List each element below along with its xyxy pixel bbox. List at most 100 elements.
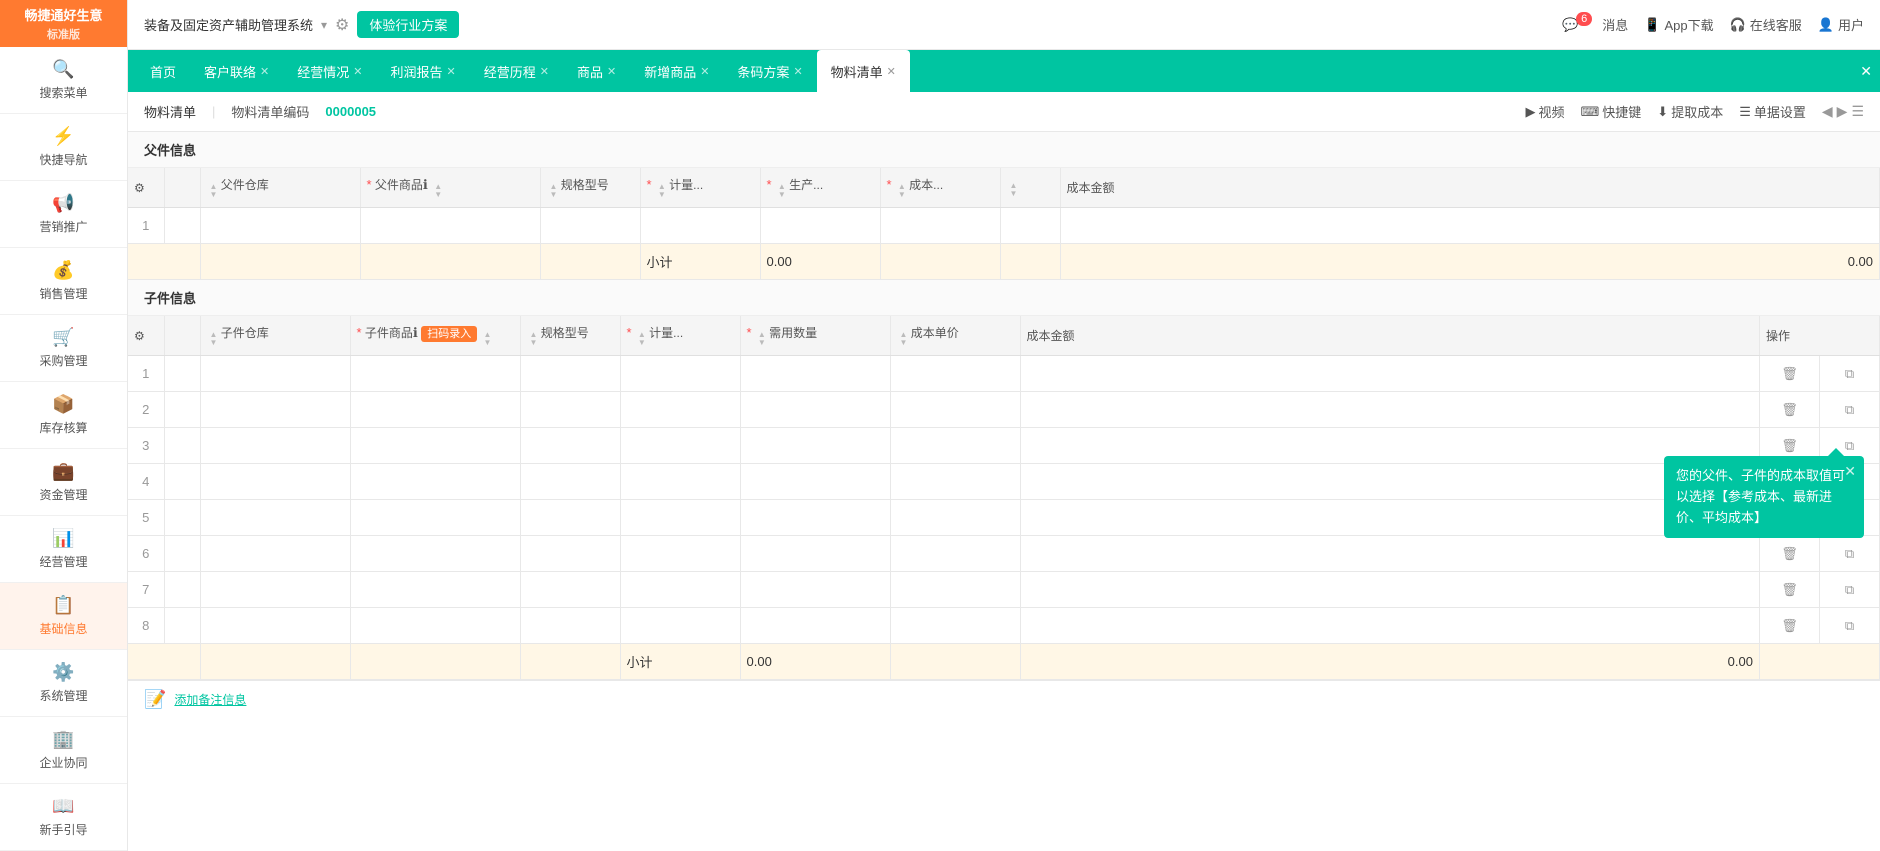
extract-cost-btn[interactable]: ⬇ 提取成本 [1657,102,1723,121]
online-service-item[interactable]: 🎧 在线客服 [1730,15,1802,34]
parent-cell-cost[interactable] [880,208,1000,244]
nav-tab-close-icon[interactable]: ✕ [260,65,269,78]
child-cell-warehouse-2[interactable] [200,392,350,428]
child-cell-unit-3[interactable] [620,428,740,464]
sidebar-item-marketing[interactable]: 📢营销推广 [0,181,127,248]
parent-cell-spec[interactable] [540,208,640,244]
sidebar-item-guide[interactable]: 📖新手引导 [0,784,127,851]
child-cell-warehouse-7[interactable] [200,572,350,608]
message-icon-item[interactable]: 💬 6 消息 [1562,15,1628,34]
child-cell-unit-5[interactable] [620,500,740,536]
child-cell-unit-cost-5[interactable] [890,500,1020,536]
child-action-copy-1[interactable]: ⧉ [1819,356,1879,392]
child-cell-spec-1[interactable] [520,356,620,392]
child-cell-unit-cost-2[interactable] [890,392,1020,428]
sidebar-item-system[interactable]: ⚙️系统管理 [0,650,127,717]
sidebar-item-finance[interactable]: 💼资金管理 [0,449,127,516]
child-action-delete-2[interactable]: 🗑 [1759,392,1819,428]
nav-tab-利润报告[interactable]: 利润报告 ✕ [376,50,469,92]
child-action-delete-1[interactable]: 🗑 [1759,356,1819,392]
nav-tab-close-icon[interactable]: ✕ [887,65,896,78]
child-cell-product-4[interactable] [350,464,520,500]
nav-tab-经营历程[interactable]: 经营历程 ✕ [470,50,563,92]
nav-tab-close-icon[interactable]: ✕ [447,65,456,78]
nav-tab-close-icon[interactable]: ✕ [353,65,362,78]
child-cell-spec-3[interactable] [520,428,620,464]
child-cell-qty-7[interactable] [740,572,890,608]
child-cell-spec-5[interactable] [520,500,620,536]
child-cell-unit-1[interactable] [620,356,740,392]
child-cell-unit-cost-1[interactable] [890,356,1020,392]
prev-arrow-icon[interactable]: ◀ [1822,103,1833,120]
child-cell-warehouse-3[interactable] [200,428,350,464]
next-arrow-icon[interactable]: ▶ [1837,103,1848,120]
dropdown-arrow-icon[interactable]: ▾ [321,18,327,32]
app-download-item[interactable]: 📱 App下载 [1644,15,1713,34]
trial-button[interactable]: 体验行业方案 [357,11,459,38]
sidebar-item-operation[interactable]: 📊经营管理 [0,516,127,583]
child-cell-spec-2[interactable] [520,392,620,428]
child-cell-unit-7[interactable] [620,572,740,608]
child-cell-product-3[interactable] [350,428,520,464]
nav-tab-close-icon[interactable]: ✕ [700,65,709,78]
child-cell-product-8[interactable] [350,608,520,644]
child-cell-warehouse-5[interactable] [200,500,350,536]
child-cell-product-6[interactable] [350,536,520,572]
gear-icon[interactable]: ⚙ [335,15,349,35]
child-cell-spec-7[interactable] [520,572,620,608]
sidebar-item-enterprise[interactable]: 🏢企业协同 [0,717,127,784]
parent-cell-product[interactable] [360,208,540,244]
nav-tab-新增商品[interactable]: 新增商品 ✕ [630,50,723,92]
nav-tab-首页[interactable]: 首页 [136,50,190,92]
child-action-delete-7[interactable]: 🗑 [1759,572,1819,608]
parent-cell-production[interactable] [760,208,880,244]
menu-icon[interactable]: ☰ [1851,103,1864,120]
child-cell-unit-cost-8[interactable] [890,608,1020,644]
child-cell-product-7[interactable] [350,572,520,608]
parent-cell-extra[interactable] [1000,208,1060,244]
child-cell-unit-2[interactable] [620,392,740,428]
child-cell-unit-cost-6[interactable] [890,536,1020,572]
child-action-copy-8[interactable]: ⧉ [1819,608,1879,644]
child-cell-product-2[interactable] [350,392,520,428]
sidebar-item-search[interactable]: 🔍搜索菜单 [0,47,127,114]
child-cell-spec-8[interactable] [520,608,620,644]
child-action-delete-8[interactable]: 🗑 [1759,608,1819,644]
child-action-copy-7[interactable]: ⧉ [1819,572,1879,608]
child-cell-spec-4[interactable] [520,464,620,500]
child-cell-warehouse-6[interactable] [200,536,350,572]
child-action-copy-6[interactable]: ⧉ [1819,536,1879,572]
child-cell-qty-1[interactable] [740,356,890,392]
parent-cell-warehouse[interactable] [200,208,360,244]
child-cell-unit-6[interactable] [620,536,740,572]
shortcut-btn[interactable]: ⌨ 快捷键 [1581,102,1642,121]
nav-tab-close-icon[interactable]: ✕ [607,65,616,78]
child-cell-unit-cost-4[interactable] [890,464,1020,500]
child-cell-qty-4[interactable] [740,464,890,500]
child-cell-warehouse-4[interactable] [200,464,350,500]
parent-cell-unit[interactable] [640,208,760,244]
nav-tab-客户联络[interactable]: 客户联络 ✕ [190,50,283,92]
add-note-label[interactable]: 添加备注信息 [174,691,246,708]
sidebar-item-inventory[interactable]: 📦库存核算 [0,382,127,449]
sidebar-item-purchase[interactable]: 🛒采购管理 [0,315,127,382]
child-cell-warehouse-8[interactable] [200,608,350,644]
child-cell-spec-6[interactable] [520,536,620,572]
nav-tab-经营情况[interactable]: 经营情况 ✕ [283,50,376,92]
single-settings-btn[interactable]: ☰ 单据设置 [1739,102,1806,121]
sidebar-item-quicknav[interactable]: ⚡快捷导航 [0,114,127,181]
child-action-delete-6[interactable]: 🗑 [1759,536,1819,572]
child-cell-product-1[interactable] [350,356,520,392]
nav-tab-商品[interactable]: 商品 ✕ [563,50,630,92]
child-cell-qty-6[interactable] [740,536,890,572]
child-action-copy-2[interactable]: ⧉ [1819,392,1879,428]
close-all-tabs-icon[interactable]: ✕ [1860,63,1872,80]
child-cell-unit-4[interactable] [620,464,740,500]
nav-tab-close-icon[interactable]: ✕ [793,65,802,78]
child-cell-warehouse-1[interactable] [200,356,350,392]
nav-tab-条码方案[interactable]: 条码方案 ✕ [723,50,816,92]
child-cell-unit-cost-7[interactable] [890,572,1020,608]
child-cell-qty-2[interactable] [740,392,890,428]
child-cell-unit-8[interactable] [620,608,740,644]
tooltip-close-icon[interactable]: ✕ [1844,460,1856,482]
